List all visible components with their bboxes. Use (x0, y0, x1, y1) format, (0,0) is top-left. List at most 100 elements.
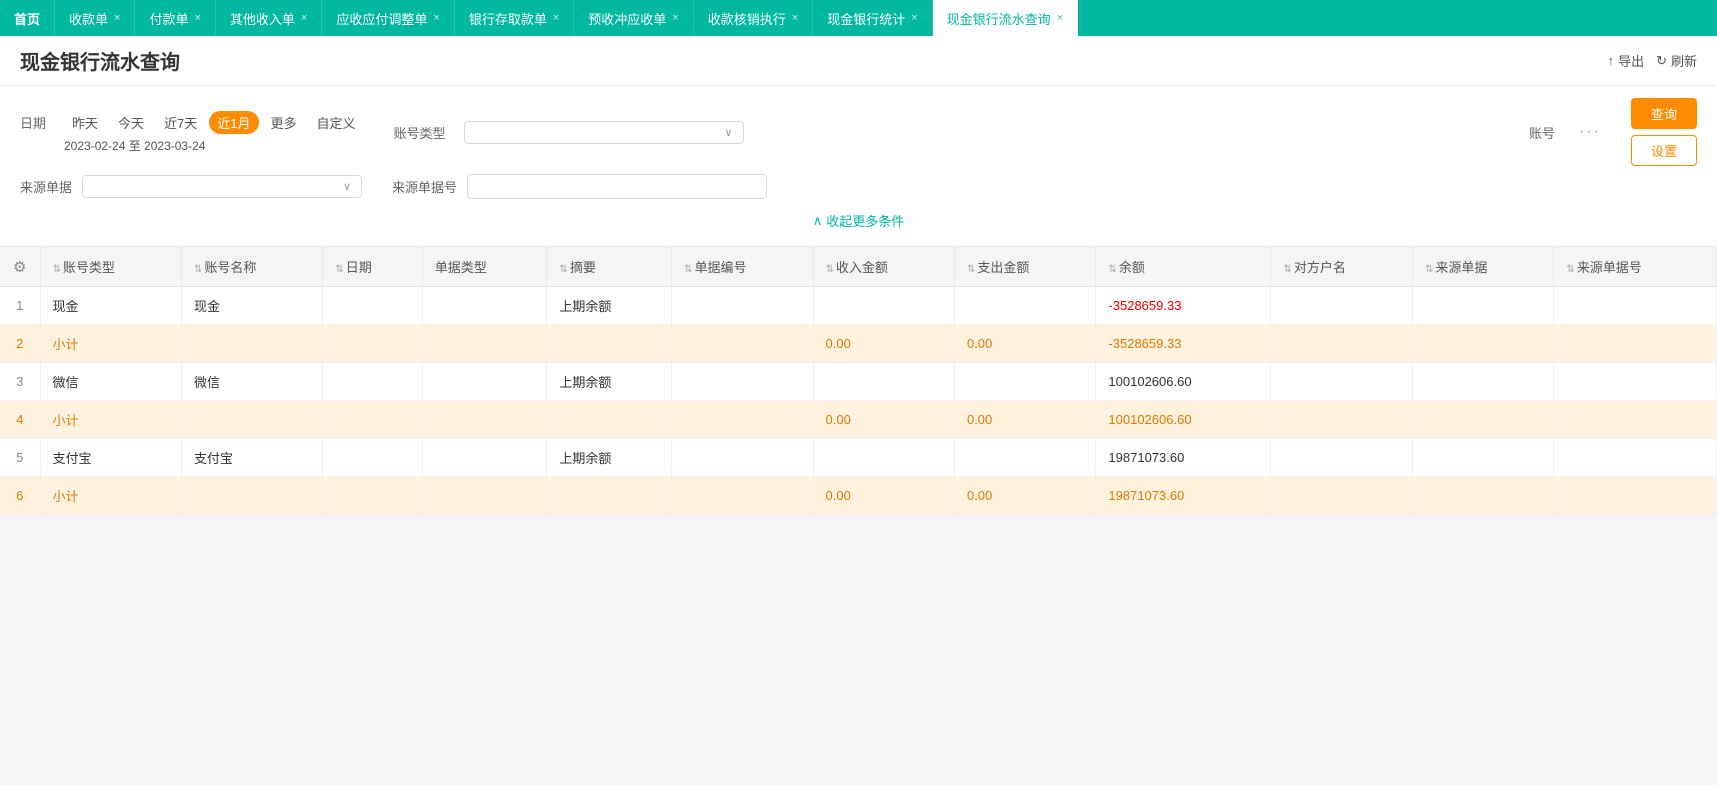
col-expense[interactable]: ⇅支出金额 (954, 247, 1095, 287)
query-button[interactable]: 查询 (1631, 98, 1697, 129)
sort-icon-income: ⇅ (826, 264, 834, 275)
refresh-button[interactable]: ↻ 刷新 (1656, 51, 1697, 70)
cell-source-doc (1412, 325, 1553, 363)
nav-tab[interactable]: 应收应付调整单× (322, 0, 454, 36)
col-gear[interactable]: ⚙ (0, 247, 40, 287)
table-container: ⚙ ⇅账号类型 ⇅账号名称 ⇅日期 单据类型 ⇅摘要 ⇅单据编号 ⇅收入金额 ⇅… (0, 247, 1717, 515)
table-row: 2 小计 0.00 0.00 -3528659.33 (0, 325, 1717, 363)
nav-tab[interactable]: 现金银行统计× (813, 0, 932, 36)
cell-doc-type (422, 287, 547, 325)
cell-doc-no (672, 363, 813, 401)
date-option[interactable]: 更多 (263, 111, 305, 134)
source-doc-label: 来源单据 (20, 177, 72, 196)
cell-income: 0.00 (813, 477, 954, 515)
export-icon: ↑ (1608, 53, 1615, 68)
nav-tab-close[interactable]: × (114, 12, 120, 24)
sort-icon-expense: ⇅ (967, 264, 975, 275)
cell-num: 5 (0, 439, 40, 477)
cell-doc-no (672, 477, 813, 515)
cell-num: 2 (0, 325, 40, 363)
gear-icon[interactable]: ⚙ (13, 258, 26, 276)
cell-account-name: 微信 (181, 363, 322, 401)
date-option[interactable]: 近1月 (209, 111, 258, 134)
date-option[interactable]: 昨天 (64, 111, 106, 134)
source-doc-no-label: 来源单据号 (392, 177, 457, 196)
date-filter-group: 日期 昨天今天近7天近1月更多自定义 2023-02-24 至 2023-03-… (20, 111, 364, 154)
col-source-doc-no[interactable]: ⇅来源单据号 (1554, 247, 1717, 287)
col-summary[interactable]: ⇅摘要 (547, 247, 672, 287)
cell-summary: 上期余额 (547, 363, 672, 401)
export-button[interactable]: ↑ 导出 (1608, 51, 1645, 70)
cell-doc-type (422, 363, 547, 401)
cell-date (323, 363, 422, 401)
col-doc-no[interactable]: ⇅单据编号 (672, 247, 813, 287)
nav-tab-close[interactable]: × (792, 12, 798, 24)
action-buttons: 查询 设置 (1631, 98, 1697, 166)
col-doc-type[interactable]: 单据类型 (422, 247, 547, 287)
col-source-doc[interactable]: ⇅来源单据 (1412, 247, 1553, 287)
cell-source-doc (1412, 439, 1553, 477)
cell-expense (954, 287, 1095, 325)
source-doc-arrow: ∨ (343, 180, 351, 193)
cell-doc-no (672, 439, 813, 477)
cell-doc-type (422, 325, 547, 363)
nav-tab-close[interactable]: × (433, 12, 439, 24)
col-balance[interactable]: ⇅余额 (1096, 247, 1271, 287)
date-option[interactable]: 今天 (110, 111, 152, 134)
col-income[interactable]: ⇅收入金额 (813, 247, 954, 287)
account-filter: 账号 ··· (1529, 123, 1601, 142)
source-doc-select[interactable]: ∨ (82, 175, 362, 198)
nav-home-label: 首页 (14, 9, 40, 28)
cell-summary (547, 325, 672, 363)
cell-counterparty (1271, 477, 1412, 515)
nav-tab-close[interactable]: × (301, 12, 307, 24)
nav-tab-close[interactable]: × (553, 12, 559, 24)
nav-tab[interactable]: 收款核销执行 × (694, 0, 813, 36)
nav-tab-label: 收款核销执行 (708, 9, 786, 28)
cell-counterparty (1271, 401, 1412, 439)
sort-icon-account-name: ⇅ (194, 264, 202, 275)
nav-tab[interactable]: 预收冲应收单× (574, 0, 693, 36)
filter-sub-row: 来源单据 ∨ 来源单据号 (20, 174, 1697, 199)
cell-account-name: 支付宝 (181, 439, 322, 477)
cell-balance: -3528659.33 (1096, 287, 1271, 325)
cell-source-doc-no (1554, 477, 1717, 515)
filter-area: 日期 昨天今天近7天近1月更多自定义 2023-02-24 至 2023-03-… (0, 86, 1717, 247)
cell-doc-type (422, 439, 547, 477)
cell-balance: 100102606.60 (1096, 401, 1271, 439)
nav-tab[interactable]: 其他收入单 × (216, 0, 322, 36)
nav-tab-close[interactable]: × (672, 12, 678, 24)
sort-icon-doc-no: ⇅ (684, 264, 692, 275)
nav-tab[interactable]: 付款单× (135, 0, 215, 36)
nav-tab[interactable]: 银行存取款单× (455, 0, 574, 36)
cell-num: 1 (0, 287, 40, 325)
account-dots[interactable]: ··· (1579, 123, 1601, 141)
nav-tab-close[interactable]: × (194, 12, 200, 24)
collapse-bar[interactable]: ∧ 收起更多条件 (20, 207, 1697, 234)
date-option[interactable]: 近7天 (156, 111, 205, 134)
source-doc-no-input[interactable] (467, 174, 767, 199)
cell-expense (954, 363, 1095, 401)
cell-account-name (181, 325, 322, 363)
nav-tab-close[interactable]: × (911, 12, 917, 24)
account-type-arrow: ∨ (724, 126, 732, 139)
nav-tab[interactable]: 现金银行流水查询× (933, 0, 1078, 36)
refresh-label: 刷新 (1671, 51, 1697, 70)
nav-tab-label: 其他收入单 (230, 9, 295, 28)
col-counterparty[interactable]: ⇅对方户名 (1271, 247, 1412, 287)
cell-account-name (181, 401, 322, 439)
date-option[interactable]: 自定义 (309, 111, 364, 134)
cell-income: 0.00 (813, 325, 954, 363)
nav-tab[interactable]: 收款单× (55, 0, 135, 36)
col-account-name[interactable]: ⇅账号名称 (181, 247, 322, 287)
account-type-select[interactable]: ∨ (464, 121, 744, 144)
cell-income (813, 363, 954, 401)
cell-source-doc (1412, 363, 1553, 401)
setting-button[interactable]: 设置 (1631, 135, 1697, 166)
col-account-type[interactable]: ⇅账号类型 (40, 247, 181, 287)
nav-home[interactable]: 首页 (0, 0, 55, 36)
col-date[interactable]: ⇅日期 (323, 247, 422, 287)
page-title: 现金银行流水查询 (20, 46, 180, 75)
nav-tab-close[interactable]: × (1057, 12, 1063, 24)
cell-summary: 上期余额 (547, 439, 672, 477)
